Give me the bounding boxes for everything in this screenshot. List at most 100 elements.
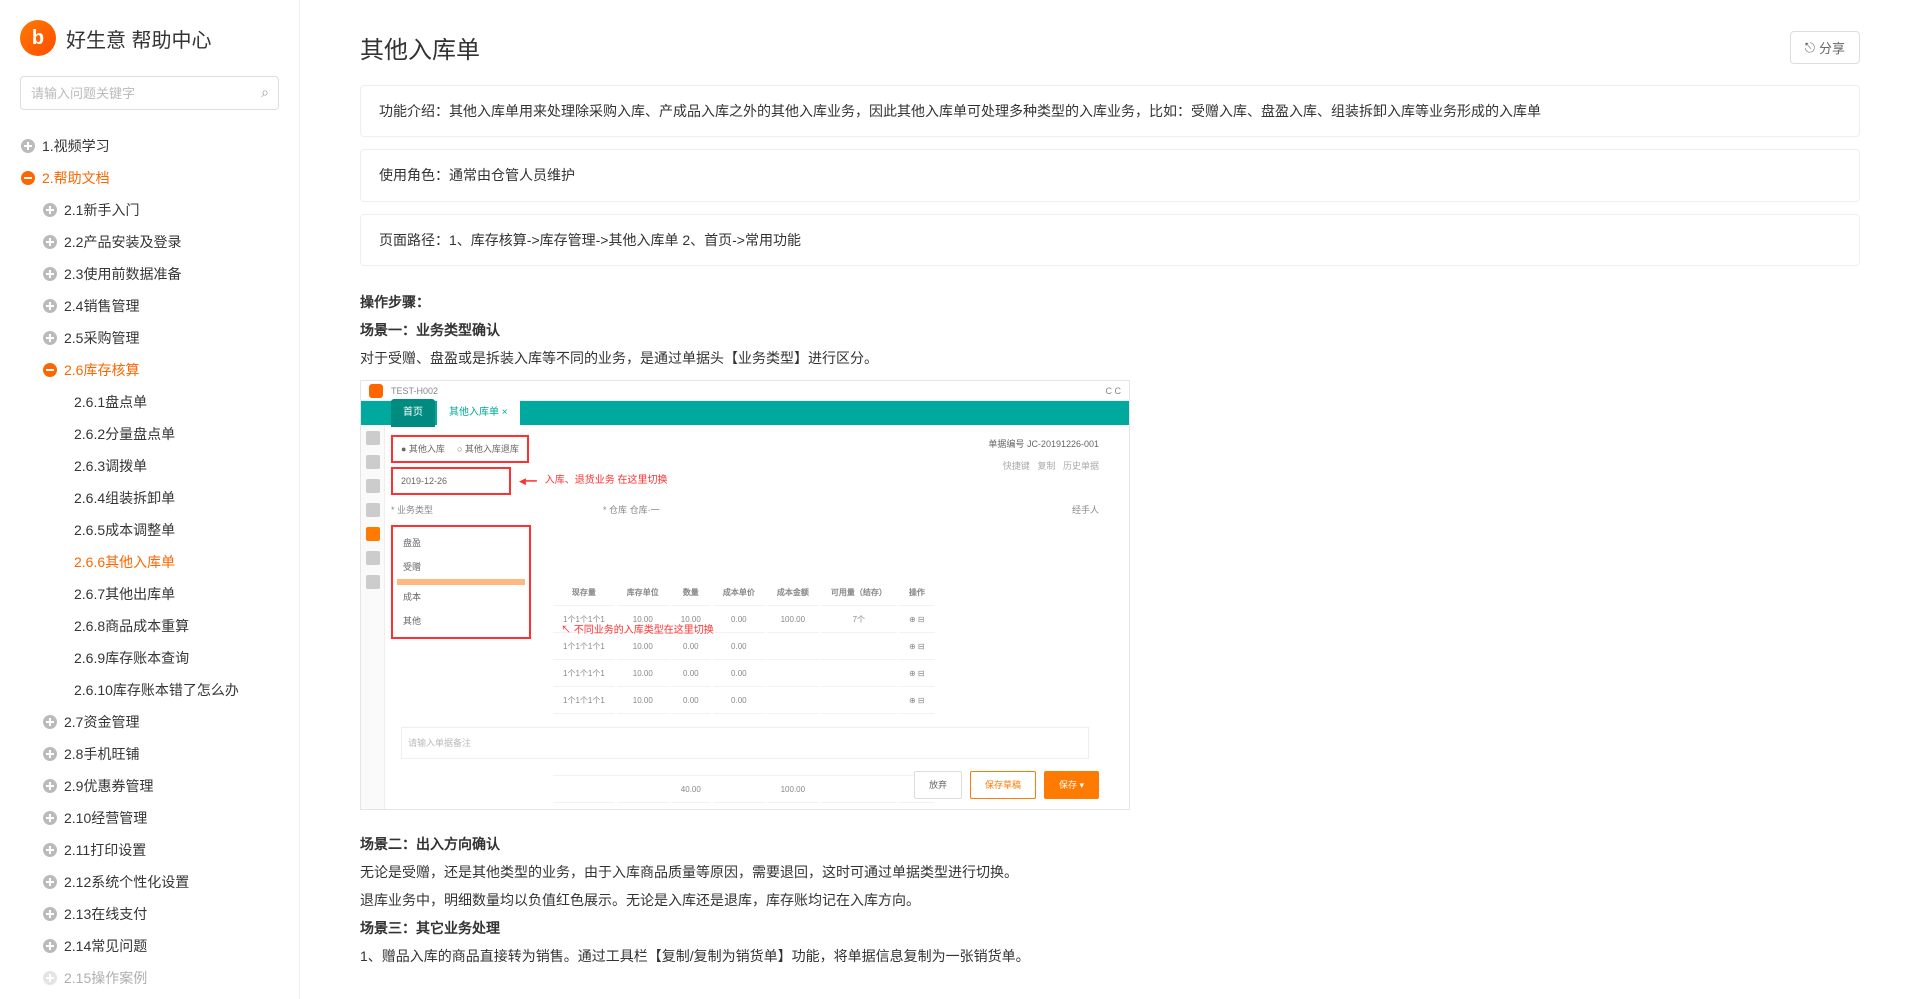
ss-rail-icon: [366, 479, 380, 493]
scene3-title: 场景三：其它业务处理: [360, 920, 500, 936]
main-content: 其他入库单 ⎋分享 功能介绍：其他入库单用来处理除采购入库、产成品入库之外的其他…: [300, 0, 1920, 999]
ss-dd-item: 成本: [397, 585, 525, 609]
intro-label: 功能介绍：: [379, 103, 449, 119]
ss-dd-item: 其他: [397, 609, 525, 633]
nav-item-2-6-3[interactable]: 2.6.3调拨单: [20, 450, 279, 482]
search-icon[interactable]: ⌕: [261, 84, 269, 101]
ss-user: C C: [1106, 382, 1122, 400]
search-input[interactable]: [20, 76, 279, 110]
th: 数量: [671, 581, 711, 606]
nav-label: 2.6.10库存账本错了怎么办: [74, 680, 239, 700]
nav-item-2-6-6[interactable]: 2.6.6其他入库单: [20, 546, 279, 578]
site-title: 好生意 帮助中心: [66, 24, 212, 53]
nav-label: 2.8手机旺铺: [64, 744, 139, 764]
ss-btn-discard: 放弃: [914, 771, 962, 799]
ss-remark-input: 请输入单据备注: [401, 727, 1089, 759]
share-button[interactable]: ⎋分享: [1790, 31, 1860, 64]
nav-tree: 1.视频学习 2.帮助文档 2.1新手入门 2.2产品安装及登录 2.3使用前数…: [20, 130, 279, 994]
ss-rail-icon: [366, 455, 380, 469]
nav-label: 2.14常见问题: [64, 936, 147, 956]
nav-label: 2.9优惠券管理: [64, 776, 153, 796]
nav-item-2-4[interactable]: 2.4销售管理: [20, 290, 279, 322]
nav-item-2-12[interactable]: 2.12系统个性化设置: [20, 866, 279, 898]
ss-btn-save: 保存 ▾: [1044, 771, 1099, 799]
nav-item-docs[interactable]: 2.帮助文档: [20, 162, 279, 194]
logo-row: b 好生意 帮助中心: [20, 20, 279, 56]
title-row: 其他入库单 ⎋分享: [360, 30, 1860, 65]
ss-anno2: ↖ 不同业务的入库类型在这里切换: [561, 621, 714, 641]
ss-left-rail: [361, 425, 385, 809]
nav-item-2-10[interactable]: 2.10经营管理: [20, 802, 279, 834]
nav-label: 2.6.3调拨单: [74, 456, 147, 476]
table-total-row: 40.00100.00: [553, 778, 935, 803]
nav-item-2-6-4[interactable]: 2.6.4组装拆卸单: [20, 482, 279, 514]
ss-bizperson-label: 经手人: [1072, 505, 1099, 515]
th: 成本单价: [713, 581, 765, 606]
ss-radio-return: ○ 其他入库退库: [457, 440, 519, 458]
nav-item-2-6-5[interactable]: 2.6.5成本调整单: [20, 514, 279, 546]
ss-radio-in: ● 其他入库: [401, 440, 445, 458]
nav-label: 2.6.8商品成本重算: [74, 616, 189, 636]
ss-tab-home: 首页: [391, 399, 435, 427]
ss-dd-item: 盘盈: [397, 531, 525, 555]
intro-text: 其他入库单用来处理除采购入库、产成品入库之外的其他入库业务，因此其他入库单可处理…: [449, 103, 1541, 119]
ss-dd-item: 受赠: [397, 555, 525, 579]
ss-tab-current: 其他入库单 ×: [437, 399, 520, 427]
th: 现存量: [553, 581, 615, 606]
nav-label: 2.6.4组装拆卸单: [74, 488, 175, 508]
th: 成本金额: [767, 581, 819, 606]
nav-label: 2.11打印设置: [64, 840, 146, 860]
path-box: 页面路径：1、库存核算->库存管理->其他入库单 2、首页->常用功能: [360, 214, 1860, 266]
ss-rail-icon: [366, 503, 380, 517]
nav-item-2-15[interactable]: 2.15操作案例: [20, 962, 279, 994]
nav-item-2-6-10[interactable]: 2.6.10库存账本错了怎么办: [20, 674, 279, 706]
role-label: 使用角色：: [379, 167, 449, 183]
search-wrap: ⌕: [20, 76, 279, 110]
nav-item-2-5[interactable]: 2.5采购管理: [20, 322, 279, 354]
nav-item-2-8[interactable]: 2.8手机旺铺: [20, 738, 279, 770]
ss-tool-1: 快捷键: [1003, 461, 1030, 471]
ss-anno1: 入库、退货业务 在这里切换: [545, 471, 668, 491]
logo-icon: b: [20, 20, 56, 56]
scene1-title: 场景一：业务类型确认: [360, 322, 500, 338]
nav-item-2-11[interactable]: 2.11打印设置: [20, 834, 279, 866]
th: 库存单位: [617, 581, 669, 606]
ss-logo-icon: [369, 384, 383, 398]
nav-label: 2.6.9库存账本查询: [74, 648, 189, 668]
ss-tool-2: 复制: [1037, 461, 1055, 471]
ss-tool-3: 历史单据: [1063, 461, 1099, 471]
path-label: 页面路径：: [379, 232, 449, 248]
table-row: 1个1个1个110.000.000.00⊕ ⊟: [553, 662, 935, 687]
nav-label: 2.6.1盘点单: [74, 392, 147, 412]
path-text: 1、库存核算->库存管理->其他入库单 2、首页->常用功能: [449, 232, 801, 248]
ss-rail-icon: [366, 527, 380, 541]
nav-label: 2.6.6其他入库单: [74, 552, 175, 572]
nav-item-2-1[interactable]: 2.1新手入门: [20, 194, 279, 226]
nav-label: 2.12系统个性化设置: [64, 872, 189, 892]
nav-item-video[interactable]: 1.视频学习: [20, 130, 279, 162]
ss-warehouse-label: 仓库: [609, 505, 627, 515]
intro-box: 功能介绍：其他入库单用来处理除采购入库、产成品入库之外的其他入库业务，因此其他入…: [360, 85, 1860, 137]
nav-label: 2.6.2分量盘点单: [74, 424, 175, 444]
nav-item-2-9[interactable]: 2.9优惠券管理: [20, 770, 279, 802]
table-row: 现存量 库存单位 数量 成本单价 成本金额 可用量（结存） 操作: [553, 581, 935, 606]
nav-label: 2.1新手入门: [64, 200, 139, 220]
nav-item-2-6[interactable]: 2.6库存核算: [20, 354, 279, 386]
nav-item-2-3[interactable]: 2.3使用前数据准备: [20, 258, 279, 290]
nav-label: 2.2产品安装及登录: [64, 232, 181, 252]
nav-item-2-7[interactable]: 2.7资金管理: [20, 706, 279, 738]
nav-item-2-13[interactable]: 2.13在线支付: [20, 898, 279, 930]
nav-label: 2.6.7其他出库单: [74, 584, 175, 604]
nav-item-2-14[interactable]: 2.14常见问题: [20, 930, 279, 962]
nav-label: 2.4销售管理: [64, 296, 139, 316]
ss-btn-draft: 保存草稿: [970, 771, 1036, 799]
nav-item-2-2[interactable]: 2.2产品安装及登录: [20, 226, 279, 258]
nav-label: 2.6库存核算: [64, 360, 139, 380]
th: 可用量（结存）: [821, 581, 897, 606]
nav-item-2-6-7[interactable]: 2.6.7其他出库单: [20, 578, 279, 610]
nav-item-2-6-1[interactable]: 2.6.1盘点单: [20, 386, 279, 418]
nav-item-2-6-8[interactable]: 2.6.8商品成本重算: [20, 610, 279, 642]
nav-item-2-6-2[interactable]: 2.6.2分量盘点单: [20, 418, 279, 450]
ss-arrow-icon: ◀━━: [519, 472, 537, 490]
nav-item-2-6-9[interactable]: 2.6.9库存账本查询: [20, 642, 279, 674]
